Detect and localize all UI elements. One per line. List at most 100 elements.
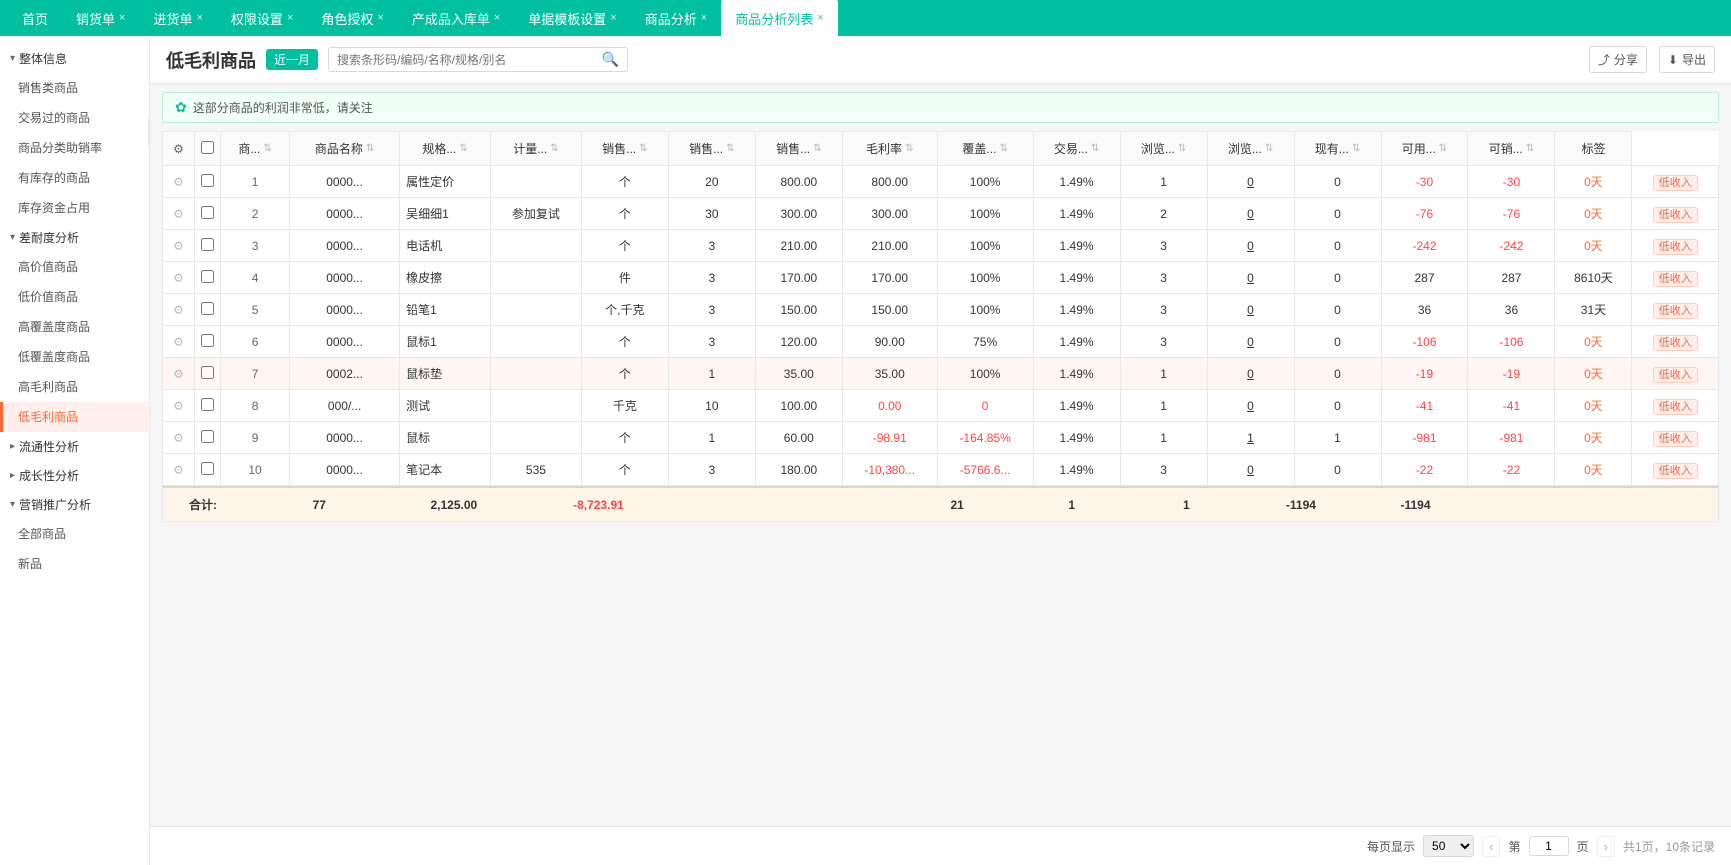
- sort-icon-sales-qty[interactable]: ⇅: [639, 143, 647, 154]
- nav-analysis[interactable]: 商品分析 ×: [631, 0, 721, 36]
- row-view1[interactable]: 0: [1207, 294, 1294, 326]
- row-settings[interactable]: ⚙: [163, 166, 195, 198]
- row-select-checkbox[interactable]: [201, 174, 214, 187]
- settings-row-icon[interactable]: ⚙: [173, 175, 184, 189]
- row-view1[interactable]: 0: [1207, 454, 1294, 486]
- row-checkbox[interactable]: [195, 198, 221, 230]
- sidebar-item-high-coverage[interactable]: 高覆盖度商品: [0, 312, 149, 342]
- sort-icon-sales-price[interactable]: ⇅: [726, 143, 734, 154]
- settings-row-icon[interactable]: ⚙: [173, 207, 184, 221]
- row-select-checkbox[interactable]: [201, 462, 214, 475]
- nav-close-sales[interactable]: ×: [119, 12, 125, 24]
- settings-row-icon[interactable]: ⚙: [173, 271, 184, 285]
- row-settings[interactable]: ⚙: [163, 390, 195, 422]
- sidebar-group-marketing[interactable]: ▾ 营销推广分析: [0, 490, 149, 519]
- row-settings[interactable]: ⚙: [163, 422, 195, 454]
- col-view1[interactable]: 浏览...⇅: [1120, 132, 1207, 166]
- col-settings[interactable]: ⚙: [163, 132, 195, 166]
- sidebar-item-traded-products[interactable]: 交易过的商品: [0, 103, 149, 133]
- page-number-input[interactable]: [1529, 836, 1569, 856]
- row-settings[interactable]: ⚙: [163, 198, 195, 230]
- row-checkbox[interactable]: [195, 358, 221, 390]
- sidebar-item-capital[interactable]: 库存资金占用: [0, 193, 149, 223]
- settings-row-icon[interactable]: ⚙: [173, 399, 184, 413]
- sort-icon-unit[interactable]: ⇅: [550, 143, 558, 154]
- col-unit[interactable]: 计量...⇅: [490, 132, 581, 166]
- nav-close-roles[interactable]: ×: [377, 12, 383, 24]
- settings-icon[interactable]: ⚙: [173, 142, 184, 156]
- row-checkbox[interactable]: [195, 294, 221, 326]
- nav-close-analysis[interactable]: ×: [701, 12, 707, 24]
- sort-icon-available[interactable]: ⇅: [1439, 143, 1447, 154]
- sort-icon-gross-rate[interactable]: ⇅: [905, 143, 913, 154]
- sort-icon-view1[interactable]: ⇅: [1178, 143, 1186, 154]
- nav-permissions[interactable]: 权限设置 ×: [217, 0, 307, 36]
- nav-analysis-list[interactable]: 商品分析列表 ×: [721, 0, 837, 36]
- sidebar-item-high-margin[interactable]: 高毛利商品: [0, 372, 149, 402]
- row-settings[interactable]: ⚙: [163, 326, 195, 358]
- row-checkbox[interactable]: [195, 166, 221, 198]
- nav-sales[interactable]: 销货单 ×: [62, 0, 139, 36]
- sidebar-item-new-products[interactable]: 新品: [0, 549, 149, 579]
- col-checkbox[interactable]: [195, 132, 221, 166]
- sidebar-group-growth[interactable]: ▸ 成长性分析: [0, 461, 149, 490]
- row-select-checkbox[interactable]: [201, 334, 214, 347]
- nav-home[interactable]: 首页: [8, 0, 62, 36]
- row-view1[interactable]: 0: [1207, 198, 1294, 230]
- sort-icon-cover-rate[interactable]: ⇅: [999, 143, 1007, 154]
- row-select-checkbox[interactable]: [201, 366, 214, 379]
- table-container[interactable]: ⚙ 商...⇅ 商品名称⇅ 规格...⇅ 计量...⇅ 销售...⇅ 销售...…: [162, 131, 1719, 826]
- col-sales-price[interactable]: 销售...⇅: [668, 132, 755, 166]
- col-name[interactable]: 商品名称⇅: [290, 132, 400, 166]
- nav-close-products[interactable]: ×: [494, 12, 500, 24]
- row-checkbox[interactable]: [195, 230, 221, 262]
- sidebar-item-all-products[interactable]: 全部商品: [0, 519, 149, 549]
- nav-purchase[interactable]: 进货单 ×: [139, 0, 216, 36]
- page-size-select[interactable]: 50 100 200: [1423, 835, 1474, 857]
- row-checkbox[interactable]: [195, 262, 221, 294]
- col-trans[interactable]: 交易...⇅: [1033, 132, 1120, 166]
- row-select-checkbox[interactable]: [201, 270, 214, 283]
- sidebar-item-sales-products[interactable]: 销售类商品: [0, 73, 149, 103]
- row-select-checkbox[interactable]: [201, 206, 214, 219]
- share-button[interactable]: ⤴ 分享: [1589, 46, 1647, 73]
- nav-products[interactable]: 产成品入库单 ×: [398, 0, 514, 36]
- nav-close-purchase[interactable]: ×: [196, 12, 202, 24]
- nav-roles[interactable]: 角色授权 ×: [307, 0, 397, 36]
- row-view1[interactable]: 1: [1207, 422, 1294, 454]
- sort-icon-saleable[interactable]: ⇅: [1526, 143, 1534, 154]
- col-spec[interactable]: 规格...⇅: [400, 132, 491, 166]
- col-current[interactable]: 现有...⇅: [1294, 132, 1381, 166]
- row-view1[interactable]: 0: [1207, 166, 1294, 198]
- row-settings[interactable]: ⚙: [163, 294, 195, 326]
- settings-row-icon[interactable]: ⚙: [173, 463, 184, 477]
- row-select-checkbox[interactable]: [201, 430, 214, 443]
- nav-close-analysis-list[interactable]: ×: [817, 12, 823, 24]
- col-tag[interactable]: 标签: [1555, 132, 1632, 166]
- col-code[interactable]: 商...⇅: [221, 132, 290, 166]
- sort-icon-name[interactable]: ⇅: [366, 143, 374, 154]
- nav-close-permissions[interactable]: ×: [287, 12, 293, 24]
- row-view1[interactable]: 0: [1207, 326, 1294, 358]
- sort-icon-trans[interactable]: ⇅: [1091, 143, 1099, 154]
- col-saleable[interactable]: 可销...⇅: [1468, 132, 1555, 166]
- sidebar-item-high-value[interactable]: 高价值商品: [0, 252, 149, 282]
- export-button[interactable]: ⬇ 导出: [1659, 46, 1715, 73]
- sidebar-item-low-margin[interactable]: 低毛利商品: [0, 402, 149, 432]
- sidebar-group-tolerance[interactable]: ▾ 差耐度分析: [0, 223, 149, 252]
- col-gross-rate[interactable]: 毛利率⇅: [842, 132, 937, 166]
- filter-tag-month[interactable]: 近一月: [266, 49, 318, 70]
- col-sales-amount[interactable]: 销售...⇅: [755, 132, 842, 166]
- sort-icon-view2[interactable]: ⇅: [1265, 143, 1273, 154]
- row-settings[interactable]: ⚙: [163, 358, 195, 390]
- row-select-checkbox[interactable]: [201, 238, 214, 251]
- sidebar-item-category-sales[interactable]: 商品分类助销率: [0, 133, 149, 163]
- row-view1[interactable]: 0: [1207, 390, 1294, 422]
- search-box[interactable]: 🔍: [328, 47, 628, 72]
- col-cover-rate[interactable]: 覆盖...⇅: [937, 132, 1033, 166]
- sidebar-item-low-value[interactable]: 低价值商品: [0, 282, 149, 312]
- row-settings[interactable]: ⚙: [163, 262, 195, 294]
- row-checkbox[interactable]: [195, 422, 221, 454]
- settings-row-icon[interactable]: ⚙: [173, 431, 184, 445]
- nav-close-templates[interactable]: ×: [610, 12, 616, 24]
